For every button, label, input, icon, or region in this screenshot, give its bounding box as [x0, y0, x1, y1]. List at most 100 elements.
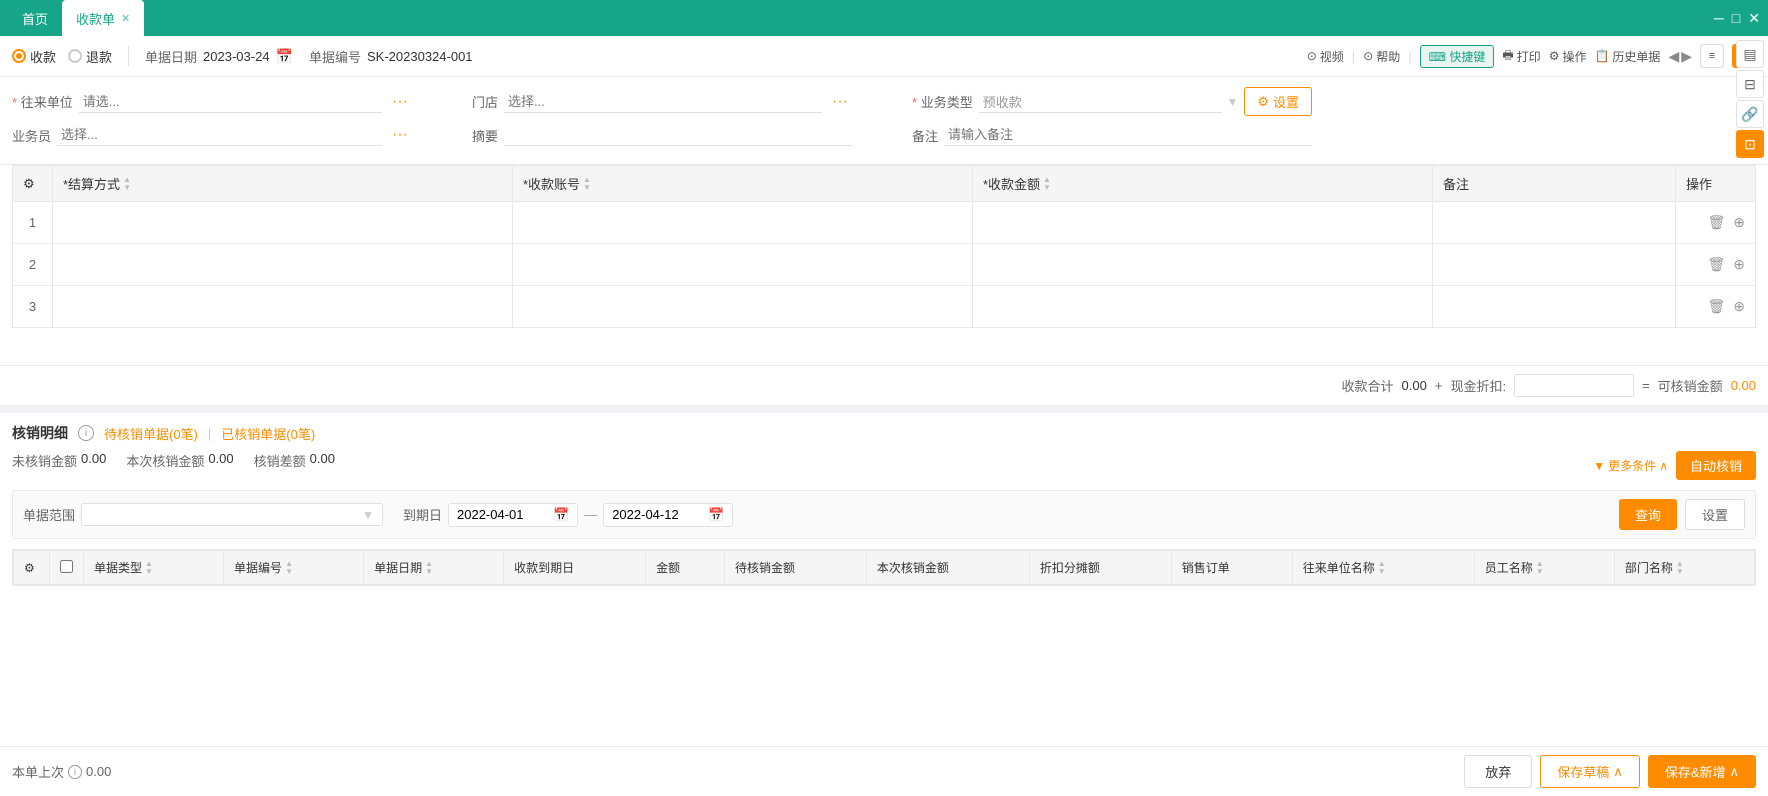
- verif-col-settings[interactable]: ⚙: [14, 551, 50, 585]
- total-value: 0.00: [1402, 378, 1427, 393]
- range-input-wrap: ▼: [81, 503, 383, 526]
- range-input[interactable]: [90, 507, 358, 522]
- col-settings[interactable]: ⚙: [13, 166, 53, 202]
- cal-start-icon[interactable]: 📅: [553, 507, 569, 523]
- partner-more-icon[interactable]: ···: [388, 93, 412, 111]
- biz-type-chevron[interactable]: ▼: [1226, 95, 1238, 109]
- pending-tab[interactable]: 待核销单据(0笔): [104, 424, 198, 443]
- help-btn[interactable]: ⊙ 帮助: [1363, 48, 1400, 65]
- shortcut-btn[interactable]: ⌨ 快捷键: [1420, 45, 1495, 68]
- panel-table-icon[interactable]: ▤: [1736, 40, 1764, 68]
- row-1-settle[interactable]: [53, 202, 513, 244]
- stat-diff: 核销差额 0.00: [254, 451, 335, 470]
- cal-end-icon[interactable]: 📅: [708, 507, 724, 523]
- print-btn[interactable]: 🖶 打印: [1502, 46, 1540, 67]
- row-3-delete-icon[interactable]: 🗑: [1707, 298, 1725, 315]
- store-more-icon[interactable]: ···: [828, 93, 852, 111]
- due-date-label: 到期日: [403, 505, 442, 524]
- store-input[interactable]: [504, 91, 822, 113]
- staff-input[interactable]: [57, 124, 382, 146]
- range-chevron[interactable]: ▼: [362, 508, 374, 522]
- panel-list-icon[interactable]: ⊟: [1736, 70, 1764, 98]
- auto-verify-btn[interactable]: 自动核销: [1676, 451, 1756, 480]
- verif-col-pending: 待核销金额: [724, 551, 866, 585]
- video-btn[interactable]: ⊙ 视频: [1307, 48, 1344, 65]
- row-3-amount[interactable]: [972, 286, 1432, 328]
- row-2-remark[interactable]: [1432, 244, 1675, 286]
- tab-receipt[interactable]: 收款单 ✕: [62, 0, 144, 36]
- next-arrow[interactable]: ▶: [1681, 48, 1692, 65]
- save-new-btn[interactable]: 保存&新增 ∧: [1648, 755, 1756, 788]
- verif-col-partner: 往来单位名称 ▲▼: [1292, 551, 1474, 585]
- biz-type-input[interactable]: [979, 91, 1223, 113]
- minimize-icon[interactable]: ─: [1714, 10, 1724, 27]
- toolbar-right: ⊙ 视频 | ⊙ 帮助 | ⌨ 快捷键 🖶 打印 ⚙ 操作 📋: [1307, 44, 1756, 68]
- settings-btn[interactable]: ⚙ 设置: [1244, 87, 1312, 116]
- row-2-settle[interactable]: [53, 244, 513, 286]
- list-view-btn[interactable]: ≡: [1700, 44, 1724, 68]
- discount-label: 现金折扣:: [1450, 376, 1506, 395]
- staff-more-icon[interactable]: ···: [388, 126, 412, 144]
- radio-refund[interactable]: 退款: [68, 47, 112, 66]
- history-btn[interactable]: 📋 历史单据: [1594, 48, 1660, 65]
- verif-table: ⚙ 单据类型 ▲▼ 单据编号: [13, 550, 1755, 585]
- prev-arrow[interactable]: ◀: [1668, 48, 1679, 65]
- bill-no-field: 单据编号 SK-20230324-001: [309, 47, 473, 66]
- ops-btn[interactable]: ⚙ 操作: [1549, 48, 1587, 65]
- partner-input[interactable]: [79, 91, 382, 113]
- row-1-account[interactable]: [512, 202, 972, 244]
- calendar-icon[interactable]: 📅: [276, 48, 293, 65]
- abandon-btn[interactable]: 放弃: [1464, 755, 1532, 788]
- due-date-end[interactable]: [612, 507, 702, 522]
- stat-current-value: 0.00: [208, 451, 233, 470]
- row-2-account[interactable]: [512, 244, 972, 286]
- panel-link-icon[interactable]: 🔗: [1736, 100, 1764, 128]
- row-1-amount[interactable]: [972, 202, 1432, 244]
- abstract-input[interactable]: [504, 124, 852, 146]
- row-1-copy-icon[interactable]: ⊕: [1733, 214, 1745, 231]
- table-row: 1 🗑 ⊕: [13, 202, 1756, 244]
- video-icon: ⊙: [1307, 49, 1317, 63]
- close-icon[interactable]: ✕: [121, 12, 130, 25]
- due-date-end-wrap: 📅: [603, 503, 733, 527]
- equals-sign: =: [1642, 378, 1650, 393]
- row-1-remark[interactable]: [1432, 202, 1675, 244]
- radio-receive[interactable]: 收款: [12, 47, 56, 66]
- radio-refund-circle: [68, 49, 82, 63]
- range-label: 单据范围: [23, 505, 75, 524]
- stat-current-label: 本次核销金额: [126, 451, 204, 470]
- row-2-delete-icon[interactable]: 🗑: [1707, 256, 1725, 273]
- verif-info-icon[interactable]: i: [78, 425, 94, 441]
- row-3-settle[interactable]: [53, 286, 513, 328]
- due-date-start[interactable]: [457, 507, 547, 522]
- more-conditions-btn[interactable]: ▼ 更多条件 ∧: [1593, 457, 1668, 474]
- search-row: 单据范围 ▼ 到期日 📅 — 📅 查询 设: [12, 490, 1756, 539]
- done-tab[interactable]: 已核销单据(0笔): [221, 424, 315, 443]
- window-close-icon[interactable]: ✕: [1748, 10, 1760, 27]
- query-btn[interactable]: 查询: [1619, 499, 1677, 530]
- row-2-amount[interactable]: [972, 244, 1432, 286]
- partner-label: * 往来单位: [12, 92, 73, 111]
- remark-input[interactable]: [944, 124, 1312, 146]
- row-2-copy-icon[interactable]: ⊕: [1733, 256, 1745, 273]
- verif-col-check[interactable]: [50, 551, 84, 585]
- discount-input[interactable]: [1514, 374, 1634, 397]
- verif-check-all[interactable]: [60, 560, 73, 573]
- tab-receipt-label: 收款单: [76, 9, 115, 28]
- search-settings-btn[interactable]: 设置: [1685, 499, 1745, 530]
- save-draft-btn[interactable]: 保存草稿 ∧: [1540, 755, 1640, 788]
- maximize-icon[interactable]: □: [1732, 10, 1740, 27]
- section-divider: [0, 405, 1768, 413]
- row-3-account[interactable]: [512, 286, 972, 328]
- row-1-delete-icon[interactable]: 🗑: [1707, 214, 1725, 231]
- date-label: 单据日期: [145, 47, 197, 66]
- row-3-copy-icon[interactable]: ⊕: [1733, 298, 1745, 315]
- nav-arrows: ◀ ▶: [1668, 48, 1692, 65]
- panel-expand-icon[interactable]: ⊡: [1736, 130, 1764, 158]
- per-order-info-icon[interactable]: i: [68, 765, 82, 779]
- filter-icon: ▼: [1593, 459, 1605, 473]
- verif-header: 核销明细 i 待核销单据(0笔) | 已核销单据(0笔): [12, 423, 1756, 443]
- row-3-remark[interactable]: [1432, 286, 1675, 328]
- stat-diff-value: 0.00: [310, 451, 335, 470]
- tab-home[interactable]: 首页: [8, 0, 62, 36]
